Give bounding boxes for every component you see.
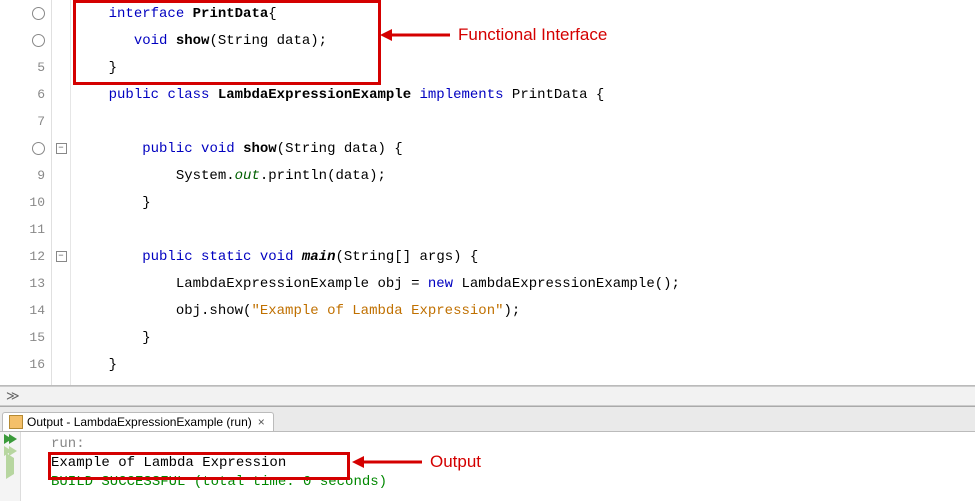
output-line: run: [51,434,975,453]
output-panel: Output - LambdaExpressionExample (run) ×… [0,406,975,501]
keyword: void [201,141,235,157]
method-name: show [243,141,277,157]
code-text: LambdaExpressionExample(); [453,276,680,292]
code-text: PrintData { [512,87,604,103]
line-number: 6 [37,87,45,102]
line-number: 14 [29,303,45,318]
output-text-area[interactable]: run: Example of Lambda Expression BUILD … [21,432,975,501]
override-icon [32,142,45,155]
keyword: implements [420,87,504,103]
line-number: 10 [29,195,45,210]
line-number: 12 [29,249,45,264]
line-number: 7 [37,114,45,129]
keyword: new [428,276,453,292]
brace: } [142,330,150,346]
line-number-gutter: 5 6 7 9 10 11 12 13 14 15 16 [0,0,52,385]
brace: } [142,195,150,211]
output-gutter [0,432,21,501]
keyword: public [142,249,192,265]
code-editor[interactable]: 5 6 7 9 10 11 12 13 14 15 16 − − interfa… [0,0,975,386]
type-name: PrintData [193,6,269,22]
output-tab-icon [9,415,23,429]
brace: } [109,357,117,373]
code-text: LambdaExpressionExample obj = [176,276,428,292]
field-ref: out [235,168,260,184]
output-tab-row: Output - LambdaExpressionExample (run) × [0,407,975,432]
breadcrumb-bar[interactable]: ≫ [0,386,975,406]
fold-gutter: − − [52,0,71,385]
keyword: static [201,249,251,265]
line-number: 11 [29,222,45,237]
output-tab-title: Output - LambdaExpressionExample (run) [27,415,252,429]
close-icon[interactable]: × [256,415,267,429]
code-text: System. [176,168,235,184]
code-text: ); [504,303,521,319]
run-icon[interactable] [9,434,17,444]
method-name: main [302,249,336,265]
method-name: show [176,33,210,49]
fold-toggle[interactable]: − [56,251,67,262]
brace: } [109,60,117,76]
keyword: interface [109,6,185,22]
code-text: (String[] args) { [336,249,479,265]
override-icon [32,7,45,20]
line-number: 13 [29,276,45,291]
override-icon [32,34,45,47]
string-literal: "Example of Lambda Expression" [251,303,503,319]
fold-toggle[interactable]: − [56,143,67,154]
code-text: .println(data); [260,168,386,184]
code-area[interactable]: interface PrintData{ void show(String da… [71,0,975,385]
run-icon[interactable] [6,453,14,479]
line-number: 15 [29,330,45,345]
keyword: public [109,87,159,103]
brace: { [268,6,276,22]
code-text: obj.show( [176,303,252,319]
code-text: (String data); [209,33,327,49]
class-name: LambdaExpressionExample [218,87,411,103]
line-number: 5 [37,60,45,75]
keyword: void [134,33,168,49]
output-line: Example of Lambda Expression [51,453,975,472]
output-body: run: Example of Lambda Expression BUILD … [0,432,975,501]
line-number: 16 [29,357,45,372]
breadcrumb-chevrons-icon[interactable]: ≫ [6,389,20,404]
keyword: public [142,141,192,157]
line-number: 9 [37,168,45,183]
keyword: void [260,249,294,265]
output-tab[interactable]: Output - LambdaExpressionExample (run) × [2,412,274,431]
code-text: (String data) { [277,141,403,157]
output-line: BUILD SUCCESSFUL (total time: 0 seconds) [51,472,975,491]
keyword: class [167,87,209,103]
